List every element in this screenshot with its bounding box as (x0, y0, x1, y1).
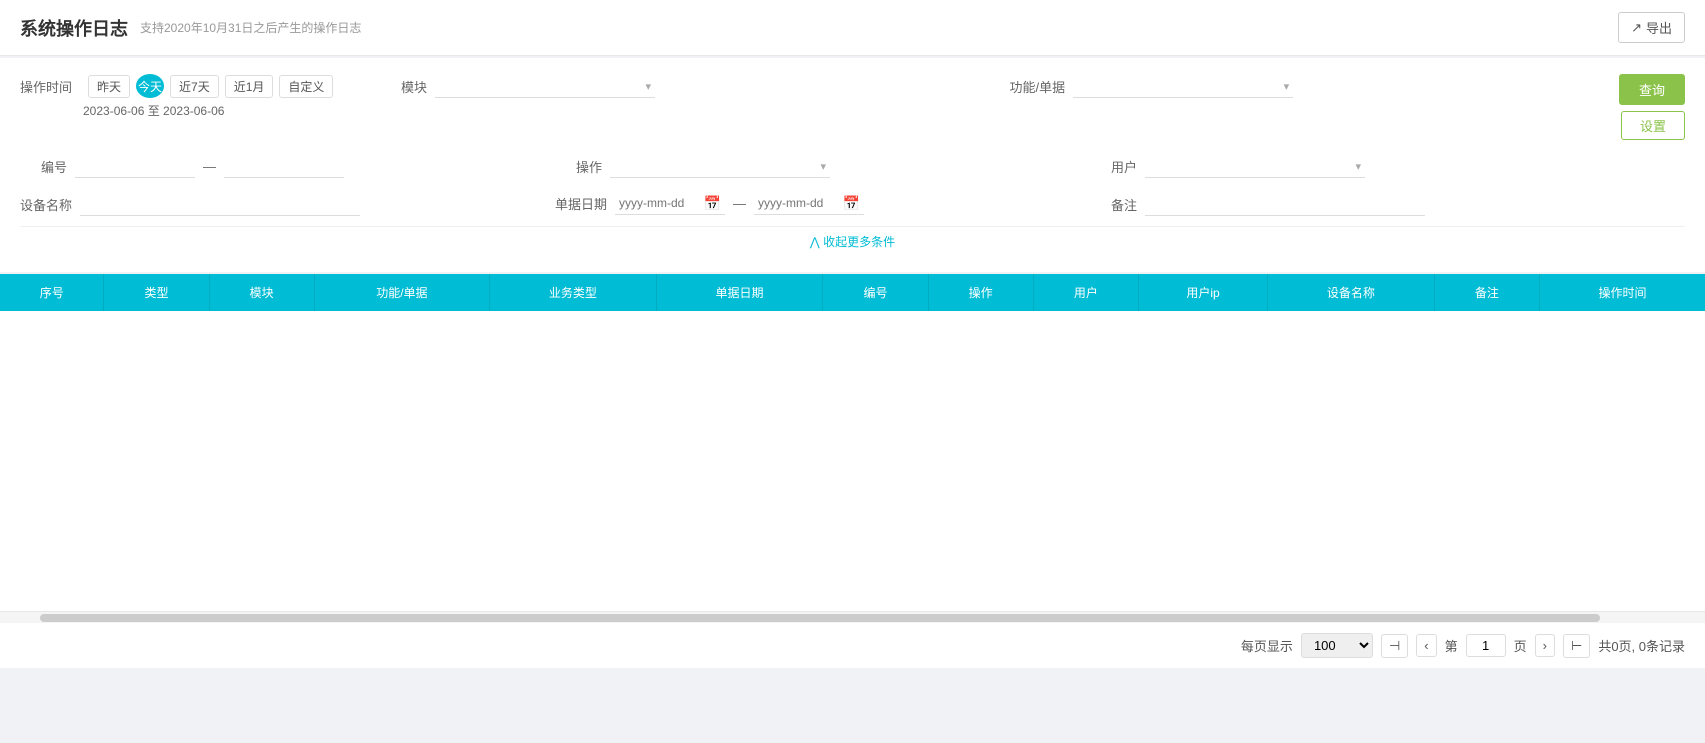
collapse-bar[interactable]: ⋀ 收起更多条件 (20, 226, 1685, 256)
page-suffix: 页 (1514, 636, 1527, 655)
remark-col: 备注 (1090, 192, 1585, 216)
export-label: 导出 (1646, 18, 1672, 37)
current-page-input[interactable] (1466, 634, 1506, 657)
operation-select-wrapper: ▾ (610, 154, 830, 178)
filter-row-1: 操作时间 昨天 今天 近7天 近1月 自定义 2023-06-06 至 2023… (20, 74, 1685, 140)
user-select-wrapper: ▾ (1145, 154, 1365, 178)
collapse-up-icon: ⋀ (810, 235, 820, 249)
next-page-btn[interactable]: › (1535, 634, 1555, 657)
number-input-start[interactable] (75, 154, 195, 178)
custom-btn[interactable]: 自定义 (279, 75, 333, 98)
page-header: 系统操作日志 支持2020年10月31日之后产生的操作日志 ↗ 导出 (0, 0, 1705, 56)
empty-area (0, 311, 1705, 611)
per-page-label: 每页显示 (1241, 636, 1293, 655)
doc-date-end-wrapper: 📅 (754, 192, 864, 215)
collapse-label: 收起更多条件 (823, 235, 895, 249)
first-page-btn[interactable]: ⊣ (1381, 634, 1408, 658)
col-module: 模块 (209, 274, 314, 311)
module-label: 模块 (380, 77, 435, 96)
col-type: 类型 (104, 274, 209, 311)
last-page-btn[interactable]: ⊢ (1563, 634, 1590, 658)
operation-input[interactable] (610, 154, 830, 178)
filter-row-2: 编号 — 操作 ▾ 用户 ▾ (20, 154, 1685, 178)
module-select-wrapper: ▾ (435, 74, 655, 98)
doc-date-label: 单据日期 (555, 194, 615, 213)
number-col: 编号 — (20, 154, 515, 178)
settings-button[interactable]: 设置 (1621, 111, 1685, 140)
doc-date-dash: — (725, 196, 754, 211)
col-seq: 序号 (0, 274, 104, 311)
operation-col: 操作 ▾ (555, 154, 1050, 178)
function-label: 功能/单据 (1010, 77, 1074, 96)
user-label: 用户 (1090, 157, 1145, 176)
device-input[interactable] (80, 192, 360, 216)
table-header-row: 序号 类型 模块 功能/单据 业务类型 单据日期 编号 操作 用户 用户ip 设… (0, 274, 1705, 311)
page-size-select[interactable]: 100 50 200 (1301, 633, 1373, 658)
col-op-time: 操作时间 (1539, 274, 1705, 311)
function-select-wrapper: ▾ (1073, 74, 1293, 98)
operation-label: 操作 (555, 157, 610, 176)
page-title: 系统操作日志 (20, 15, 128, 41)
total-label: 共0页, 0条记录 (1598, 636, 1685, 655)
page-subtitle: 支持2020年10月31日之后产生的操作日志 (140, 19, 361, 36)
last1m-btn[interactable]: 近1月 (225, 75, 274, 98)
table-head: 序号 类型 模块 功能/单据 业务类型 单据日期 编号 操作 用户 用户ip 设… (0, 274, 1705, 311)
col-biz-type: 业务类型 (489, 274, 656, 311)
action-col: 查询 设置 (1599, 74, 1685, 140)
col-user: 用户 (1033, 274, 1138, 311)
table-area: 序号 类型 模块 功能/单据 业务类型 单据日期 编号 操作 用户 用户ip 设… (0, 274, 1705, 611)
device-label: 设备名称 (20, 195, 80, 214)
today-btn[interactable]: 今天 (136, 74, 164, 98)
col-doc-date: 单据日期 (656, 274, 823, 311)
last7-btn[interactable]: 近7天 (170, 75, 219, 98)
col-user-ip: 用户ip (1138, 274, 1267, 311)
remark-input[interactable] (1145, 192, 1425, 216)
date-range: 2023-06-06 至 2023-06-06 (83, 104, 224, 118)
prev-page-btn[interactable]: ‹ (1416, 634, 1436, 657)
scrollbar-thumb[interactable] (40, 614, 1600, 622)
time-label: 操作时间 (20, 77, 80, 96)
user-col: 用户 ▾ (1090, 154, 1585, 178)
export-button[interactable]: ↗ 导出 (1618, 12, 1685, 43)
col-number: 编号 (823, 274, 928, 311)
doc-date-start-wrapper: 📅 (615, 192, 725, 215)
scrollbar-area[interactable] (0, 611, 1705, 623)
title-area: 系统操作日志 支持2020年10月31日之后产生的操作日志 (20, 15, 361, 41)
query-button[interactable]: 查询 (1619, 74, 1685, 105)
doc-date-start[interactable] (615, 192, 725, 215)
user-input[interactable] (1145, 154, 1365, 178)
export-icon: ↗ (1631, 20, 1642, 36)
col-device: 设备名称 (1268, 274, 1435, 311)
function-col: 功能/单据 ▾ (1010, 74, 1600, 98)
col-operation: 操作 (928, 274, 1033, 311)
number-input-end[interactable] (224, 154, 344, 178)
device-col: 设备名称 (20, 192, 515, 216)
filter-area: 操作时间 昨天 今天 近7天 近1月 自定义 2023-06-06 至 2023… (0, 58, 1705, 272)
doc-date-end[interactable] (754, 192, 864, 215)
time-buttons: 昨天 今天 近7天 近1月 自定义 (88, 74, 333, 98)
page-num-label: 第 (1445, 636, 1458, 655)
remark-label: 备注 (1090, 195, 1145, 214)
filter-row-3: 设备名称 单据日期 📅 — 📅 备注 (20, 192, 1685, 216)
module-col: 模块 ▾ (380, 74, 970, 98)
col-function: 功能/单据 (314, 274, 489, 311)
number-label: 编号 (20, 157, 75, 176)
pagination: 每页显示 100 50 200 ⊣ ‹ 第 页 › ⊢ 共0页, 0条记录 (0, 623, 1705, 668)
doc-date-col: 单据日期 📅 — 📅 (555, 192, 1050, 215)
function-input[interactable] (1073, 74, 1293, 98)
col-remark: 备注 (1434, 274, 1539, 311)
data-table: 序号 类型 模块 功能/单据 业务类型 单据日期 编号 操作 用户 用户ip 设… (0, 274, 1705, 311)
module-input[interactable] (435, 74, 655, 98)
number-dash: — (195, 159, 224, 174)
yesterday-btn[interactable]: 昨天 (88, 75, 130, 98)
